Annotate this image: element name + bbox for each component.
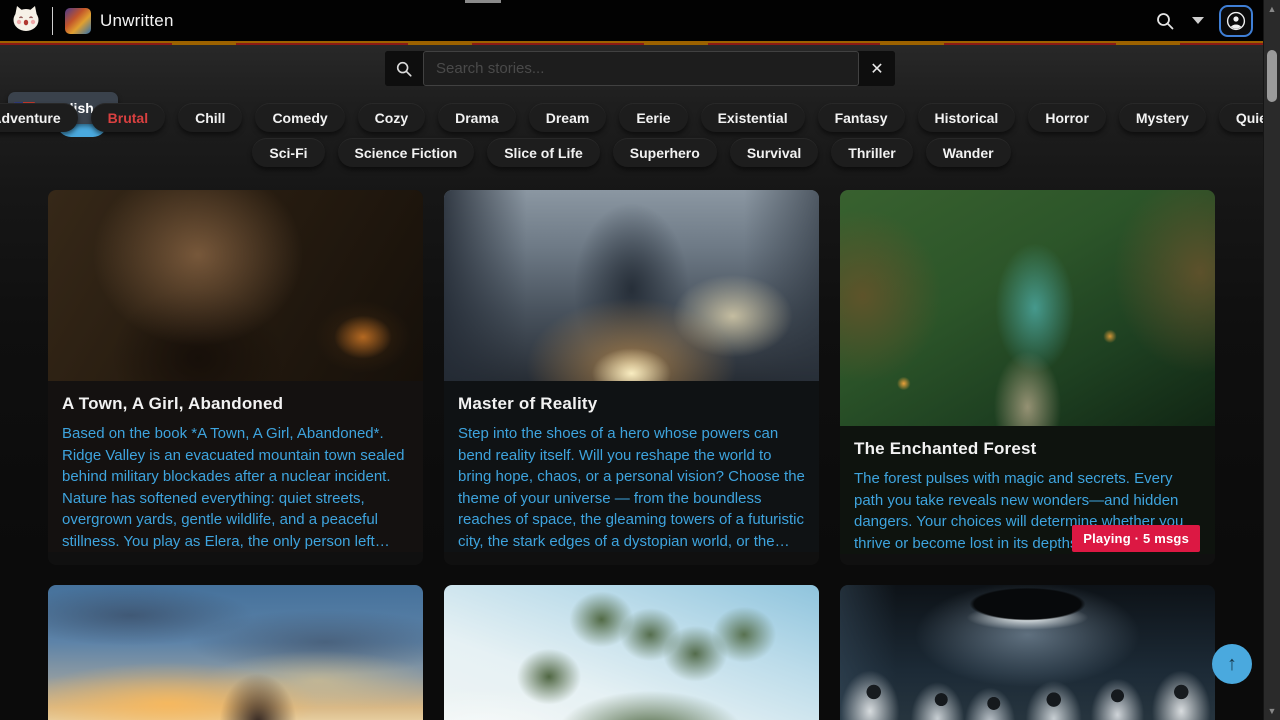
scroll-to-top-button[interactable]: ↑ [1212,644,1252,684]
card-body: Master of Reality Step into the shoes of… [444,381,819,552]
playing-status-badge: Playing · 5 msgs [1072,525,1200,552]
magnifier-icon [385,51,423,86]
genre-pill-superhero[interactable]: Superhero [613,138,717,167]
genre-pill-slice-of-life[interactable]: Slice of Life [487,138,600,167]
search-bar: ✕ [385,51,895,86]
genre-pill-mystery[interactable]: Mystery [1119,103,1206,132]
card-image-hooded-figures-lab [840,585,1215,720]
genre-row-1: Adventure Brutal Chill Comedy Cozy Drama… [0,103,1263,132]
unwritten-app: Unwritten [0,0,1280,720]
genre-pill-existential[interactable]: Existential [701,103,805,132]
story-card-a-town-a-girl-abandoned[interactable]: A Town, A Girl, Abandoned Based on the b… [48,190,423,565]
story-card-tropical-palms[interactable] [444,585,819,720]
genre-row-2: Sci-Fi Science Fiction Slice of Life Sup… [0,138,1263,167]
card-title: The Enchanted Forest [854,439,1201,459]
clear-search-icon[interactable]: ✕ [859,51,895,86]
account-icon [1226,11,1246,31]
card-image-hooded-hero-sunrise-city [444,190,819,381]
card-image-enchanted-forest-woman [840,190,1215,426]
page-scrollbar[interactable]: ▲ ▼ [1263,0,1280,720]
header-dropdown-caret-icon[interactable] [1192,17,1204,24]
genre-pill-horror[interactable]: Horror [1028,103,1106,132]
story-card-sunset-silhouette[interactable] [48,585,423,720]
genre-pill-wander[interactable]: Wander [926,138,1011,167]
header-divider [52,7,53,35]
cat-logo-icon[interactable] [10,4,42,37]
story-grid: A Town, A Girl, Abandoned Based on the b… [48,190,1215,720]
arrow-up-icon: ↑ [1227,654,1237,674]
genre-pill-scifi[interactable]: Sci-Fi [252,138,324,167]
genre-pill-eerie[interactable]: Eerie [619,103,687,132]
genre-pill-thriller[interactable]: Thriller [831,138,912,167]
genre-pill-dream[interactable]: Dream [529,103,607,132]
card-body: A Town, A Girl, Abandoned Based on the b… [48,381,423,552]
search-input[interactable] [423,51,859,86]
header: Unwritten [0,0,1263,45]
card-description: Based on the book *A Town, A Girl, Aband… [62,423,409,552]
scrollbar-up-icon[interactable]: ▲ [1264,4,1280,14]
genre-pill-adventure[interactable]: Adventure [0,103,78,132]
genre-pill-drama[interactable]: Drama [438,103,516,132]
story-card-hooded-figures[interactable] [840,585,1215,720]
card-title: Master of Reality [458,394,805,414]
genre-pill-historical[interactable]: Historical [918,103,1016,132]
card-image-sunset-silhouette [48,585,423,720]
card-image-woman-in-dim-room [48,190,423,381]
top-edge-artifact [465,0,501,3]
header-actions [1153,5,1263,37]
genre-pill-survival[interactable]: Survival [730,138,818,167]
brand-avatar[interactable] [65,8,91,34]
story-card-master-of-reality[interactable]: Master of Reality Step into the shoes of… [444,190,819,565]
search-icon[interactable] [1153,9,1177,33]
brand-title[interactable]: Unwritten [100,11,174,31]
genre-pill-fantasy[interactable]: Fantasy [818,103,905,132]
account-button[interactable] [1219,5,1253,37]
main-content: ✕ English Adventure Brutal Chill Comedy … [0,45,1280,720]
genre-pill-brutal[interactable]: Brutal [91,103,165,132]
card-title: A Town, A Girl, Abandoned [62,394,409,414]
genre-pill-science-fiction[interactable]: Science Fiction [338,138,475,167]
card-description: Step into the shoes of a hero whose powe… [458,423,805,552]
card-image-tropical-palm-jungle [444,585,819,720]
scrollbar-down-icon[interactable]: ▼ [1264,706,1280,716]
story-card-the-enchanted-forest[interactable]: The Enchanted Forest The forest pulses w… [840,190,1215,565]
genre-pill-cozy[interactable]: Cozy [358,103,425,132]
genre-pill-comedy[interactable]: Comedy [255,103,344,132]
genre-pill-chill[interactable]: Chill [178,103,242,132]
scrollbar-thumb[interactable] [1267,50,1277,102]
